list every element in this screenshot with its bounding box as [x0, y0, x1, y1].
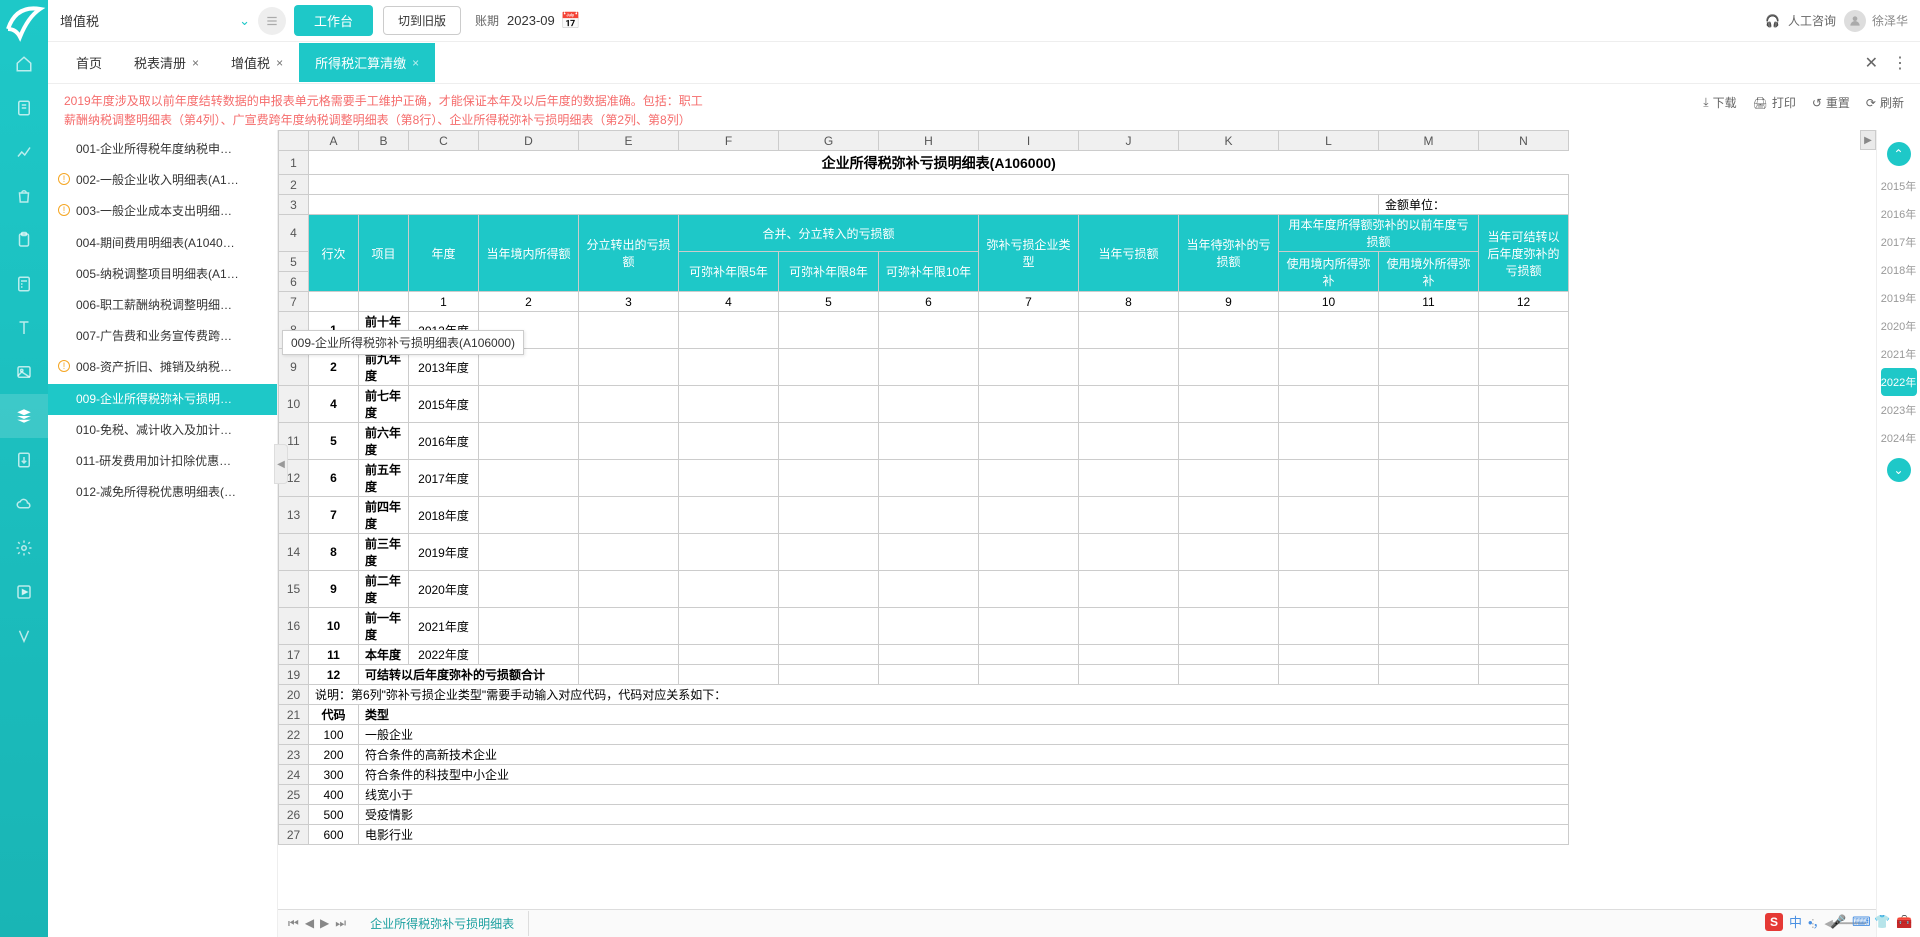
year-button[interactable]: 2019年	[1881, 284, 1917, 312]
tab-more-icon[interactable]: ⋮	[1892, 53, 1908, 73]
period-value[interactable]: 2023-09	[507, 13, 555, 28]
form-list: 001-企业所得税年度纳税申…!002-一般企业收入明细表(A1…!003-一般…	[48, 130, 278, 937]
sheet-nav-next[interactable]: ▶	[318, 916, 331, 931]
nav-calc-icon[interactable]	[0, 262, 48, 306]
sheet-nav-last[interactable]: ⏭	[333, 916, 348, 931]
collapse-handle[interactable]: ◀	[274, 444, 288, 484]
consult-link[interactable]: 人工咨询	[1788, 12, 1836, 29]
year-rail: ⌃ 2015年2016年2017年2018年2019年2020年2021年202…	[1876, 130, 1920, 937]
form-list-item[interactable]: 004-期间费用明细表(A1040…	[48, 228, 277, 259]
sheet-nav-first[interactable]: ⏮	[286, 916, 301, 931]
sheet-tab[interactable]: 企业所得税弥补亏损明细表	[356, 911, 529, 936]
spreadsheet[interactable]: ABCDEFGHIJKLMN1企业所得税弥补亏损明细表(A106000)23金额…	[278, 130, 1876, 909]
print-button[interactable]: 🖨打印	[1753, 94, 1796, 111]
close-icon[interactable]: ×	[276, 56, 283, 70]
nav-gear-icon[interactable]	[0, 526, 48, 570]
form-list-item[interactable]: 005-纳税调整项目明细表(A1…	[48, 259, 277, 290]
year-button[interactable]: 2021年	[1881, 340, 1917, 368]
year-up-icon[interactable]: ⌃	[1887, 142, 1911, 166]
tab-bar: 首页税表清册×增值税×所得税汇算清缴× ✕ ⋮	[48, 42, 1920, 84]
year-button[interactable]: 2018年	[1881, 256, 1917, 284]
form-list-item[interactable]: !003-一般企业成本支出明细…	[48, 196, 277, 227]
year-down-icon[interactable]: ⌄	[1887, 458, 1911, 482]
top-bar: 增值税 ⌄ 工作台 切到旧版 账期 2023-09 📅 🎧 人工咨询 徐泽华	[48, 0, 1920, 42]
form-list-item[interactable]: 001-企业所得税年度纳税申…	[48, 134, 277, 165]
ime-skin-icon[interactable]: 👕	[1874, 914, 1890, 930]
form-list-item[interactable]: 010-免税、减计收入及加计…	[48, 415, 277, 446]
form-list-item[interactable]: !002-一般企业收入明细表(A1…	[48, 165, 277, 196]
reset-button[interactable]: ↺重置	[1812, 94, 1850, 111]
year-button[interactable]: 2020年	[1881, 312, 1917, 340]
app-logo	[0, 0, 48, 42]
calendar-icon[interactable]: 📅	[561, 11, 581, 31]
refresh-button[interactable]: ⟳刷新	[1866, 94, 1904, 111]
refresh-icon: ⟳	[1866, 96, 1876, 110]
nav-v-icon[interactable]	[0, 614, 48, 658]
tab-增值税[interactable]: 增值税×	[215, 43, 299, 82]
year-button[interactable]: 2022年	[1881, 368, 1917, 396]
nav-chart-icon[interactable]	[0, 130, 48, 174]
tax-type-dropdown[interactable]: 增值税 ⌄	[60, 11, 250, 30]
ime-logo-icon[interactable]: S	[1765, 913, 1783, 931]
item-tooltip: 009-企业所得税弥补亏损明细表(A106000)	[282, 330, 524, 355]
switch-old-button[interactable]: 切到旧版	[383, 6, 461, 35]
year-button[interactable]: 2023年	[1881, 396, 1917, 424]
tab-税表清册[interactable]: 税表清册×	[118, 43, 215, 82]
ime-bar: S 中 •， 🎤 ⌨ 👕 🧰	[1765, 912, 1912, 931]
download-button[interactable]: ⤓下载	[1703, 94, 1736, 111]
nav-image-icon[interactable]	[0, 350, 48, 394]
left-rail	[0, 0, 48, 937]
headset-icon[interactable]: 🎧	[1765, 14, 1780, 28]
download-icon: ⤓	[1703, 95, 1708, 110]
nav-doc-icon[interactable]	[0, 86, 48, 130]
list-icon[interactable]	[258, 7, 286, 35]
form-list-item[interactable]: 006-职工薪酬纳税调整明细…	[48, 290, 277, 321]
ime-keyboard-icon[interactable]: ⌨	[1852, 914, 1868, 930]
notice-text: 2019年度涉及取以前年度结转数据的申报表单元格需要手工维护正确，才能保证本年及…	[64, 92, 704, 130]
chevron-down-icon: ⌄	[239, 13, 250, 29]
nav-stack-icon[interactable]	[0, 394, 48, 438]
tab-close-icon[interactable]: ✕	[1865, 53, 1878, 73]
year-button[interactable]: 2017年	[1881, 228, 1917, 256]
ime-mic-icon[interactable]: 🎤	[1830, 914, 1846, 930]
nav-bag-icon[interactable]	[0, 174, 48, 218]
ime-punct-icon[interactable]: •，	[1808, 912, 1824, 931]
year-button[interactable]: 2016年	[1881, 200, 1917, 228]
form-list-item[interactable]: 012-减免所得税优惠明细表(…	[48, 477, 277, 508]
year-button[interactable]: 2024年	[1881, 424, 1917, 452]
form-list-item[interactable]: !008-资产折旧、摊销及纳税…	[48, 352, 277, 383]
expand-cols-handle[interactable]: ▶	[1860, 130, 1876, 150]
workbench-button[interactable]: 工作台	[294, 5, 373, 36]
warn-icon: !	[58, 173, 70, 185]
period-label: 账期	[475, 12, 499, 29]
nav-clipboard-icon[interactable]	[0, 218, 48, 262]
reset-icon: ↺	[1812, 96, 1822, 110]
nav-play-icon[interactable]	[0, 570, 48, 614]
form-list-item[interactable]: 007-广告费和业务宣传费跨…	[48, 321, 277, 352]
nav-home-icon[interactable]	[0, 42, 48, 86]
year-button[interactable]: 2015年	[1881, 172, 1917, 200]
nav-font-icon[interactable]	[0, 306, 48, 350]
form-list-item[interactable]: 009-企业所得税弥补亏损明…	[48, 384, 277, 415]
close-icon[interactable]: ×	[192, 56, 199, 70]
tab-所得税汇算清缴[interactable]: 所得税汇算清缴×	[299, 43, 435, 82]
close-icon[interactable]: ×	[412, 56, 419, 70]
print-icon: 🖨	[1753, 96, 1768, 110]
nav-cloud-icon[interactable]	[0, 482, 48, 526]
tab-首页[interactable]: 首页	[60, 43, 118, 82]
warn-icon: !	[58, 360, 70, 372]
avatar-icon	[1844, 10, 1866, 32]
sheet-nav-prev[interactable]: ◀	[303, 916, 316, 931]
ime-lang[interactable]: 中	[1789, 912, 1802, 931]
form-list-item[interactable]: 011-研发费用加计扣除优惠…	[48, 446, 277, 477]
tax-type-label: 增值税	[60, 11, 99, 30]
nav-export-icon[interactable]	[0, 438, 48, 482]
user-menu[interactable]: 徐泽华	[1844, 10, 1908, 32]
ime-tool-icon[interactable]: 🧰	[1896, 914, 1912, 930]
username: 徐泽华	[1872, 12, 1908, 29]
warn-icon: !	[58, 204, 70, 216]
